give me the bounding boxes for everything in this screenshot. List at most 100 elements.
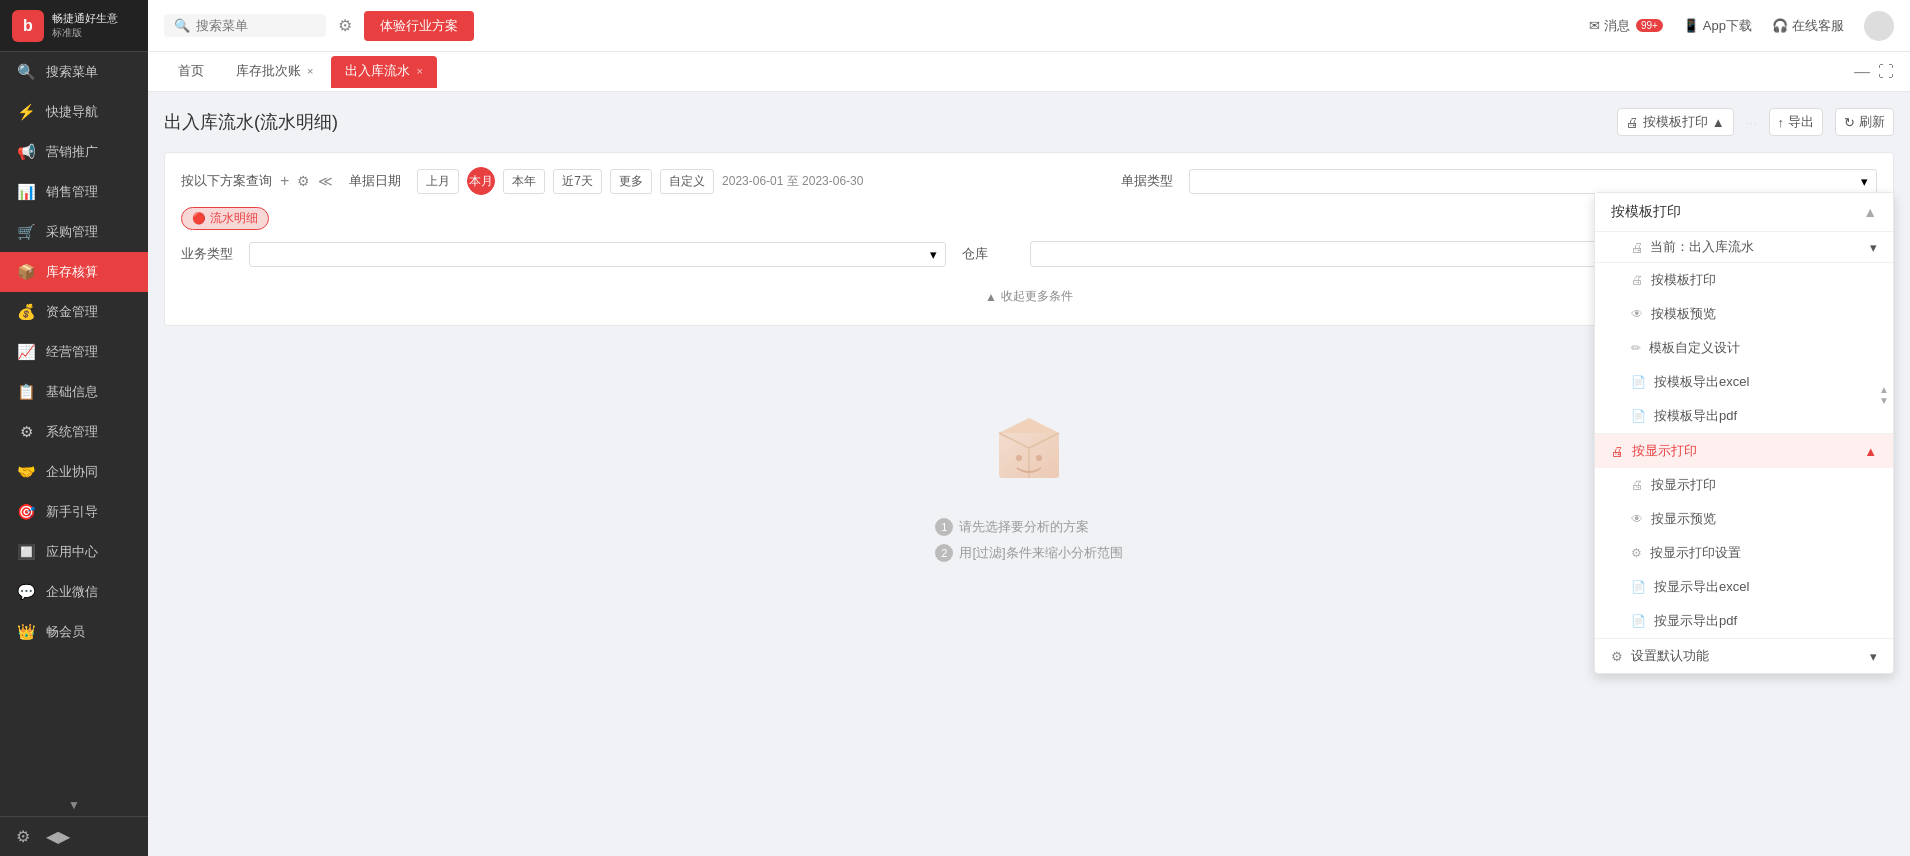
display-export-pdf-icon: 📄 xyxy=(1631,614,1646,628)
inventory-icon: 📦 xyxy=(16,263,36,281)
dropdown-item-display-print[interactable]: 🖨 按显示打印 xyxy=(1595,468,1893,502)
settings-icon[interactable]: ⚙ xyxy=(338,16,352,35)
display-print-icon: 🖨 xyxy=(1631,478,1643,492)
tab-stock-flow[interactable]: 出入库流水 × xyxy=(331,56,436,88)
sidebar-item-purchase[interactable]: 🛒 采购管理 xyxy=(0,212,148,252)
filter-collapse-btn[interactable]: ≪ xyxy=(318,173,333,189)
sidebar-item-app-center[interactable]: 🔲 应用中心 xyxy=(0,532,148,572)
sidebar-scroll-down[interactable]: ▼ xyxy=(0,794,148,816)
app-logo: b 畅捷通好生意 标准版 xyxy=(0,0,148,52)
print-btn[interactable]: 🖨 按模板打印 ▲ xyxy=(1617,108,1734,136)
search-icon: 🔍 xyxy=(16,63,36,81)
dropdown-current-item: 🖨 当前：出入库流水 ▾ xyxy=(1595,232,1893,262)
headset-icon: 🎧 xyxy=(1772,18,1788,33)
sidebar-item-beginner[interactable]: 🎯 新手引导 xyxy=(0,492,148,532)
tab-home[interactable]: 首页 xyxy=(164,56,218,88)
display-export-excel-icon: 📄 xyxy=(1631,580,1646,594)
online-service-label: 在线客服 xyxy=(1792,17,1844,35)
receipt-type-select[interactable]: ▾ xyxy=(1189,169,1877,194)
dropdown-default-func[interactable]: ⚙ 设置默认功能 ▾ xyxy=(1595,639,1893,673)
date-btn-this-month[interactable]: 本月 xyxy=(467,167,495,195)
empty-tips: 1 请先选择要分析的方案 2 用[过滤]条件来缩小分析范围 xyxy=(935,518,1122,570)
date-btn-custom[interactable]: 自定义 xyxy=(660,169,714,194)
tabs-window-controls: — ⛶ xyxy=(1854,63,1894,81)
user-avatar[interactable] xyxy=(1864,11,1894,41)
date-btn-this-year[interactable]: 本年 xyxy=(503,169,545,194)
fullscreen-icon[interactable]: ⛶ xyxy=(1878,63,1894,81)
collapse-sidebar-icon[interactable]: ◀▶ xyxy=(46,827,70,846)
tip-num-2: 2 xyxy=(935,544,953,562)
sidebar-item-search[interactable]: 🔍 搜索菜单 xyxy=(0,52,148,92)
tab-close-inventory-batch[interactable]: × xyxy=(307,65,313,77)
sidebar-item-label: 库存核算 xyxy=(46,263,98,281)
display-section-label: 按显示打印 xyxy=(1632,442,1697,460)
message-item[interactable]: ✉ 消息 99+ xyxy=(1589,17,1663,35)
search-input[interactable] xyxy=(196,18,316,33)
dropdown-item-template-custom[interactable]: ✏ 模板自定义设计 xyxy=(1595,331,1893,365)
basic-info-icon: 📋 xyxy=(16,383,36,401)
minimize-icon[interactable]: — xyxy=(1854,63,1870,81)
dropdown-item-template-print[interactable]: 🖨 按模板打印 xyxy=(1595,263,1893,297)
dropdown-display-section-header[interactable]: 🖨 按显示打印 ▲ xyxy=(1595,434,1893,468)
dropdown-item-template-export-pdf[interactable]: 📄 按模板导出pdf xyxy=(1595,399,1893,433)
app-download-item[interactable]: 📱 App下载 xyxy=(1683,17,1752,35)
sidebar-item-finance[interactable]: 💰 资金管理 xyxy=(0,292,148,332)
date-btn-7days[interactable]: 近7天 xyxy=(553,169,602,194)
template-custom-label: 模板自定义设计 xyxy=(1649,339,1740,357)
tab-stock-flow-label: 出入库流水 xyxy=(345,62,410,80)
template-export-excel-label: 按模板导出excel xyxy=(1654,373,1749,391)
dropdown-item-display-export-pdf[interactable]: 📄 按显示导出pdf xyxy=(1595,604,1893,638)
refresh-icon: ↻ xyxy=(1844,115,1855,130)
refresh-btn[interactable]: ↻ 刷新 xyxy=(1835,108,1894,136)
sidebar-item-label: 搜索菜单 xyxy=(46,63,98,81)
tab-inventory-batch[interactable]: 库存批次账 × xyxy=(222,56,327,88)
dropdown-item-display-preview[interactable]: 👁 按显示预览 xyxy=(1595,502,1893,536)
export-icon: ↑ xyxy=(1778,115,1785,130)
business-type-select[interactable]: ▾ xyxy=(249,242,946,267)
dropdown-item-template-preview[interactable]: 👁 按模板预览 xyxy=(1595,297,1893,331)
sidebar-item-label: 新手引导 xyxy=(46,503,98,521)
template-export-pdf-icon: 📄 xyxy=(1631,409,1646,423)
empty-tip-1: 请先选择要分析的方案 xyxy=(959,518,1089,536)
template-print-icon: 🖨 xyxy=(1631,273,1643,287)
date-btn-more[interactable]: 更多 xyxy=(610,169,652,194)
dropdown-current-chevron[interactable]: ▾ xyxy=(1870,240,1877,255)
sidebar-item-inventory[interactable]: 📦 库存核算 xyxy=(0,252,148,292)
tab-close-stock-flow[interactable]: × xyxy=(416,65,422,77)
sales-icon: 📊 xyxy=(16,183,36,201)
search-box[interactable]: 🔍 xyxy=(164,14,326,37)
filter-add-btn[interactable]: + xyxy=(280,172,289,190)
dropdown-item-display-export-excel[interactable]: 📄 按显示导出excel xyxy=(1595,570,1893,604)
online-service-item[interactable]: 🎧 在线客服 xyxy=(1772,17,1844,35)
gear-bottom-icon[interactable]: ⚙ xyxy=(16,827,30,846)
template-export-excel-icon: 📄 xyxy=(1631,375,1646,389)
sidebar-item-system[interactable]: ⚙ 系统管理 xyxy=(0,412,148,452)
sidebar-item-quick-nav[interactable]: ⚡ 快捷导航 xyxy=(0,92,148,132)
sidebar-item-marketing[interactable]: 📢 营销推广 xyxy=(0,132,148,172)
dropdown-item-display-print-settings[interactable]: ⚙ 按显示打印设置 xyxy=(1595,536,1893,570)
date-btn-last-month[interactable]: 上月 xyxy=(417,169,459,194)
sidebar-item-enterprise-coop[interactable]: 🤝 企业协同 xyxy=(0,452,148,492)
export-btn[interactable]: ↑ 导出 xyxy=(1769,108,1824,136)
filter-settings-btn[interactable]: ⚙ xyxy=(297,173,310,189)
sidebar-item-member[interactable]: 👑 畅会员 xyxy=(0,612,148,652)
display-print-settings-label: 按显示打印设置 xyxy=(1650,544,1741,562)
collapse-label: 收起更多条件 xyxy=(1001,288,1073,305)
dropdown-item-template-export-excel[interactable]: 📄 按模板导出excel xyxy=(1595,365,1893,399)
template-print-label: 按模板打印 xyxy=(1651,271,1716,289)
sidebar-item-operations[interactable]: 📈 经营管理 xyxy=(0,332,148,372)
dropdown-close-chevron[interactable]: ▲ xyxy=(1863,204,1877,220)
industry-btn[interactable]: 体验行业方案 xyxy=(364,11,474,41)
sidebar-item-enterprise-wechat[interactable]: 💬 企业微信 xyxy=(0,572,148,612)
filter-tag: 🔴 流水明细 xyxy=(181,207,269,230)
marketing-icon: 📢 xyxy=(16,143,36,161)
tabs-bar: 首页 库存批次账 × 出入库流水 × — ⛶ xyxy=(148,52,1910,92)
display-section-chevron: ▲ xyxy=(1864,444,1877,459)
dropdown-header: 按模板打印 ▲ xyxy=(1595,193,1893,232)
dropdown-current-icon: 🖨 xyxy=(1631,240,1644,255)
app-center-icon: 🔲 xyxy=(16,543,36,561)
sidebar-item-basic-info[interactable]: 📋 基础信息 xyxy=(0,372,148,412)
default-func-icon: ⚙ xyxy=(1611,649,1623,664)
sidebar-item-sales[interactable]: 📊 销售管理 xyxy=(0,172,148,212)
page-title: 出入库流水(流水明细) xyxy=(164,110,338,134)
